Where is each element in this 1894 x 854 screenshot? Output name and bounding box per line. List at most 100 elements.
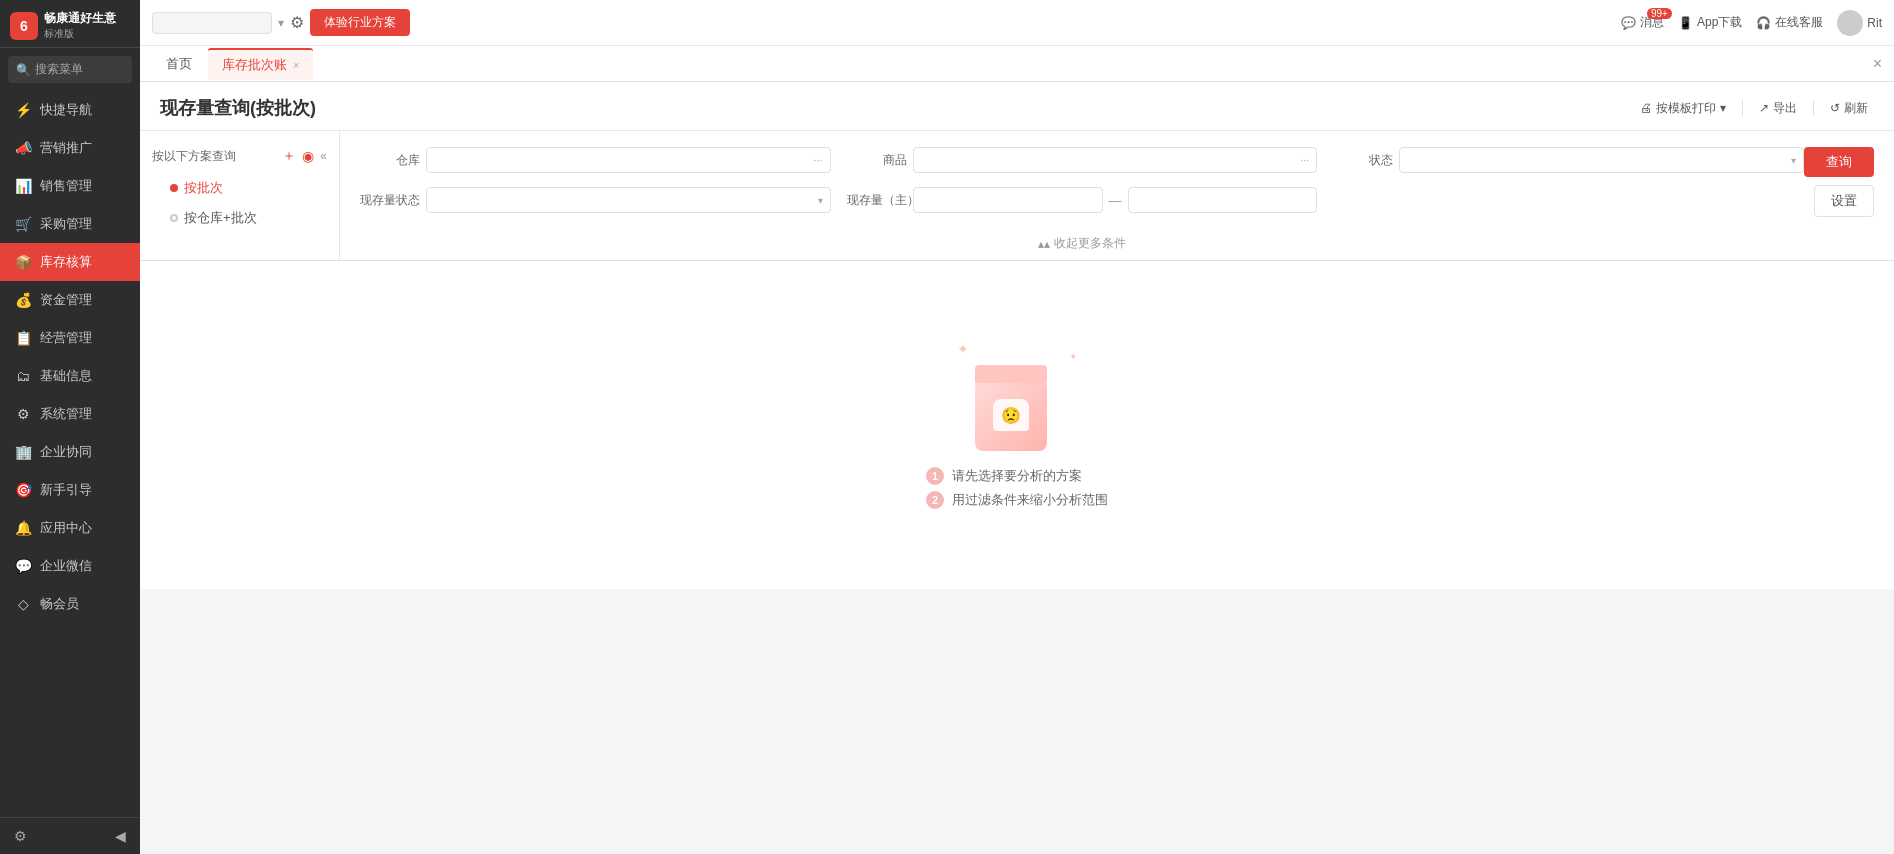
sidebar-item-operations[interactable]: 📋 经营管理: [0, 319, 140, 357]
filter-field-warehouse: 仓库 ···: [360, 147, 831, 173]
breadcrumb-chevron-icon: ▾: [278, 16, 284, 30]
main-area: ▾ ⚙ 体验行业方案 💬 消息 99+ 📱 App下载 🎧 在线客服 Rit: [140, 0, 1894, 854]
filter-stock-status-select[interactable]: [426, 187, 831, 213]
filter-status-select[interactable]: [1399, 147, 1804, 173]
filter-sidebar: 按以下方案查询 ＋ ◉ « 按批次 按仓库+批次: [140, 131, 340, 260]
sidebar-item-inventory[interactable]: 📦 库存核算: [0, 243, 140, 281]
filter-settings-icon[interactable]: ◉: [302, 148, 314, 164]
filter-top-row: 仓库 ··· 商品 ···: [340, 131, 1894, 260]
sidebar-item-basic[interactable]: 🗂 基础信息: [0, 357, 140, 395]
purchase-icon: 🛒: [14, 215, 32, 233]
sidebar-search[interactable]: 🔍 搜索菜单: [8, 56, 132, 83]
tab-bar: 首页 库存批次账 × ×: [140, 46, 1894, 82]
sidebar-item-label: 应用中心: [40, 519, 92, 537]
print-icon: 🖨: [1640, 101, 1652, 115]
filter-option-by-warehouse-batch[interactable]: 按仓库+批次: [140, 203, 339, 233]
basic-icon: 🗂: [14, 367, 32, 385]
sidebar-logo: 6: [10, 12, 38, 40]
tab-inventory-batch-label: 库存批次账: [222, 56, 287, 74]
empty-hint-1-label: 请先选择要分析的方案: [952, 467, 1082, 485]
filter-row-2: 现存量状态 ▾ 现存量（主）: [360, 187, 1804, 213]
sidebar-footer: ⚙ ◀: [0, 817, 140, 854]
trial-btn[interactable]: 体验行业方案: [310, 9, 410, 36]
sidebar-item-label: 基础信息: [40, 367, 92, 385]
sidebar-item-appstore[interactable]: 🔔 应用中心: [0, 509, 140, 547]
sidebar-item-enterprise[interactable]: 🏢 企业协同: [0, 433, 140, 471]
sidebar-item-member[interactable]: ◇ 畅会员: [0, 585, 140, 623]
breadcrumb-input[interactable]: [152, 12, 272, 34]
filter-goods-label: 商品: [847, 152, 907, 169]
filter-collapse-icon[interactable]: «: [320, 149, 327, 163]
filter-stock-amount-min-input[interactable]: [913, 187, 1103, 213]
collapse-chevron-icon: ▴▴: [1038, 237, 1050, 251]
collapse-btn[interactable]: ▴▴ 收起更多条件: [360, 227, 1804, 260]
page-actions: 🖨 按模板打印 ▾ ↗ 导出 ↺ 刷新: [1634, 97, 1874, 120]
filter-goods-more-icon[interactable]: ···: [1300, 154, 1309, 166]
sidebar-item-label: 销售管理: [40, 177, 92, 195]
filter-field-goods: 商品 ···: [847, 147, 1318, 173]
print-btn[interactable]: 🖨 按模板打印 ▾: [1634, 97, 1732, 120]
action-divider-2: [1813, 100, 1814, 116]
filter-field-stock-amount: 现存量（主） —: [847, 187, 1318, 213]
topbar-settings-icon[interactable]: ⚙: [290, 13, 304, 32]
enterprise-icon: 🏢: [14, 443, 32, 461]
sidebar-item-weixin[interactable]: 💬 企业微信: [0, 547, 140, 585]
operations-icon: 📋: [14, 329, 32, 347]
sidebar-item-quick-nav[interactable]: ⚡ 快捷导航: [0, 91, 140, 129]
topbar-app-download[interactable]: 📱 App下载: [1678, 14, 1742, 31]
tab-close-icon[interactable]: ×: [293, 59, 299, 71]
export-btn[interactable]: ↗ 导出: [1753, 97, 1803, 120]
empty-hint-1: 1 请先选择要分析的方案: [926, 467, 1108, 485]
filter-goods-input[interactable]: [913, 147, 1318, 173]
sidebar-company: 畅康通好生意: [44, 10, 116, 27]
appstore-icon: 🔔: [14, 519, 32, 537]
sidebar-item-system[interactable]: ⚙ 系统管理: [0, 395, 140, 433]
tab-home[interactable]: 首页: [152, 49, 206, 79]
sidebar-item-purchase[interactable]: 🛒 采购管理: [0, 205, 140, 243]
sidebar-item-sales[interactable]: 📊 销售管理: [0, 167, 140, 205]
sidebar-nav: ⚡ 快捷导航 📣 营销推广 📊 销售管理 🛒 采购管理 📦 库存核算 💰 资金管…: [0, 91, 140, 817]
filter-option-dot-inactive: [170, 214, 178, 222]
topbar-messages[interactable]: 💬 消息 99+: [1621, 14, 1664, 31]
sidebar-item-label: 经营管理: [40, 329, 92, 347]
topbar-customer-service[interactable]: 🎧 在线客服: [1756, 14, 1823, 31]
filter-option-by-batch-label: 按批次: [184, 179, 223, 197]
search-icon: 🔍: [16, 63, 31, 77]
customer-service-label: 在线客服: [1775, 14, 1823, 31]
filter-stock-amount-max-input[interactable]: [1128, 187, 1318, 213]
refresh-btn[interactable]: ↺ 刷新: [1824, 97, 1874, 120]
filter-warehouse-input[interactable]: [426, 147, 831, 173]
filter-option-by-warehouse-batch-label: 按仓库+批次: [184, 209, 257, 227]
filter-stock-amount-label: 现存量（主）: [847, 192, 907, 209]
filter-status-label: 状态: [1333, 152, 1393, 169]
filter-warehouse-more-icon[interactable]: ···: [814, 154, 823, 166]
filter-add-icon[interactable]: ＋: [282, 147, 296, 165]
export-label: 导出: [1773, 100, 1797, 117]
refresh-icon: ↺: [1830, 101, 1840, 115]
sidebar-item-label: 畅会员: [40, 595, 79, 613]
user-name: Rit: [1867, 16, 1882, 30]
sidebar-collapse-icon[interactable]: ◀: [115, 828, 126, 844]
empty-hint-2-label: 用过滤条件来缩小分析范围: [952, 491, 1108, 509]
empty-hints: 1 请先选择要分析的方案 2 用过滤条件来缩小分析范围: [926, 467, 1108, 509]
finance-icon: 💰: [14, 291, 32, 309]
sidebar-item-finance[interactable]: 💰 资金管理: [0, 281, 140, 319]
filter-actions-right: 查询 设置: [1804, 131, 1894, 260]
filter-field-stock-status: 现存量状态 ▾: [360, 187, 831, 213]
tab-inventory-batch[interactable]: 库存批次账 ×: [208, 48, 313, 80]
topbar-user[interactable]: Rit: [1837, 10, 1882, 36]
tab-bar-close-icon[interactable]: ×: [1873, 55, 1882, 73]
filter-settings-btn[interactable]: 设置: [1814, 185, 1874, 217]
sidebar-item-label: 快捷导航: [40, 101, 92, 119]
sidebar-item-marketing[interactable]: 📣 营销推广: [0, 129, 140, 167]
page-header: 现存量查询(按批次) 🖨 按模板打印 ▾ ↗ 导出 ↺ 刷新: [140, 82, 1894, 131]
sidebar-item-label: 新手引导: [40, 481, 92, 499]
sidebar-item-newbie[interactable]: 🎯 新手引导: [0, 471, 140, 509]
sidebar-settings-icon[interactable]: ⚙: [14, 828, 27, 844]
filter-sidebar-header: 按以下方案查询 ＋ ◉ «: [140, 143, 339, 173]
filter-option-by-batch[interactable]: 按批次: [140, 173, 339, 203]
query-btn[interactable]: 查询: [1804, 147, 1874, 177]
sidebar-search-label: 搜索菜单: [35, 61, 83, 78]
export-icon: ↗: [1759, 101, 1769, 115]
customer-service-icon: 🎧: [1756, 16, 1771, 30]
